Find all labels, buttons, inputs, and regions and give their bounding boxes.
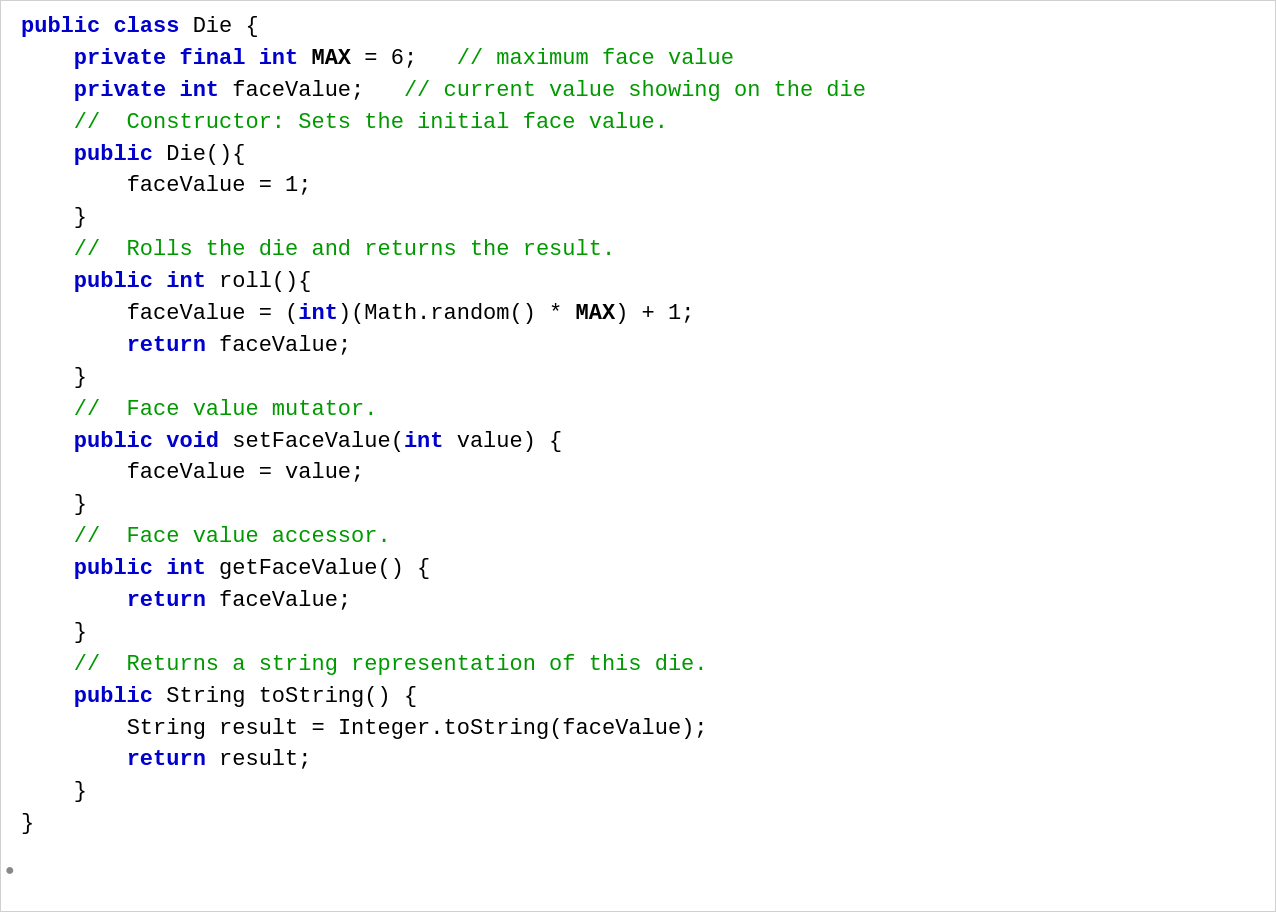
code-container: public class Die { private final int MAX…: [0, 0, 1276, 912]
code-block: public class Die { private final int MAX…: [21, 11, 1255, 840]
